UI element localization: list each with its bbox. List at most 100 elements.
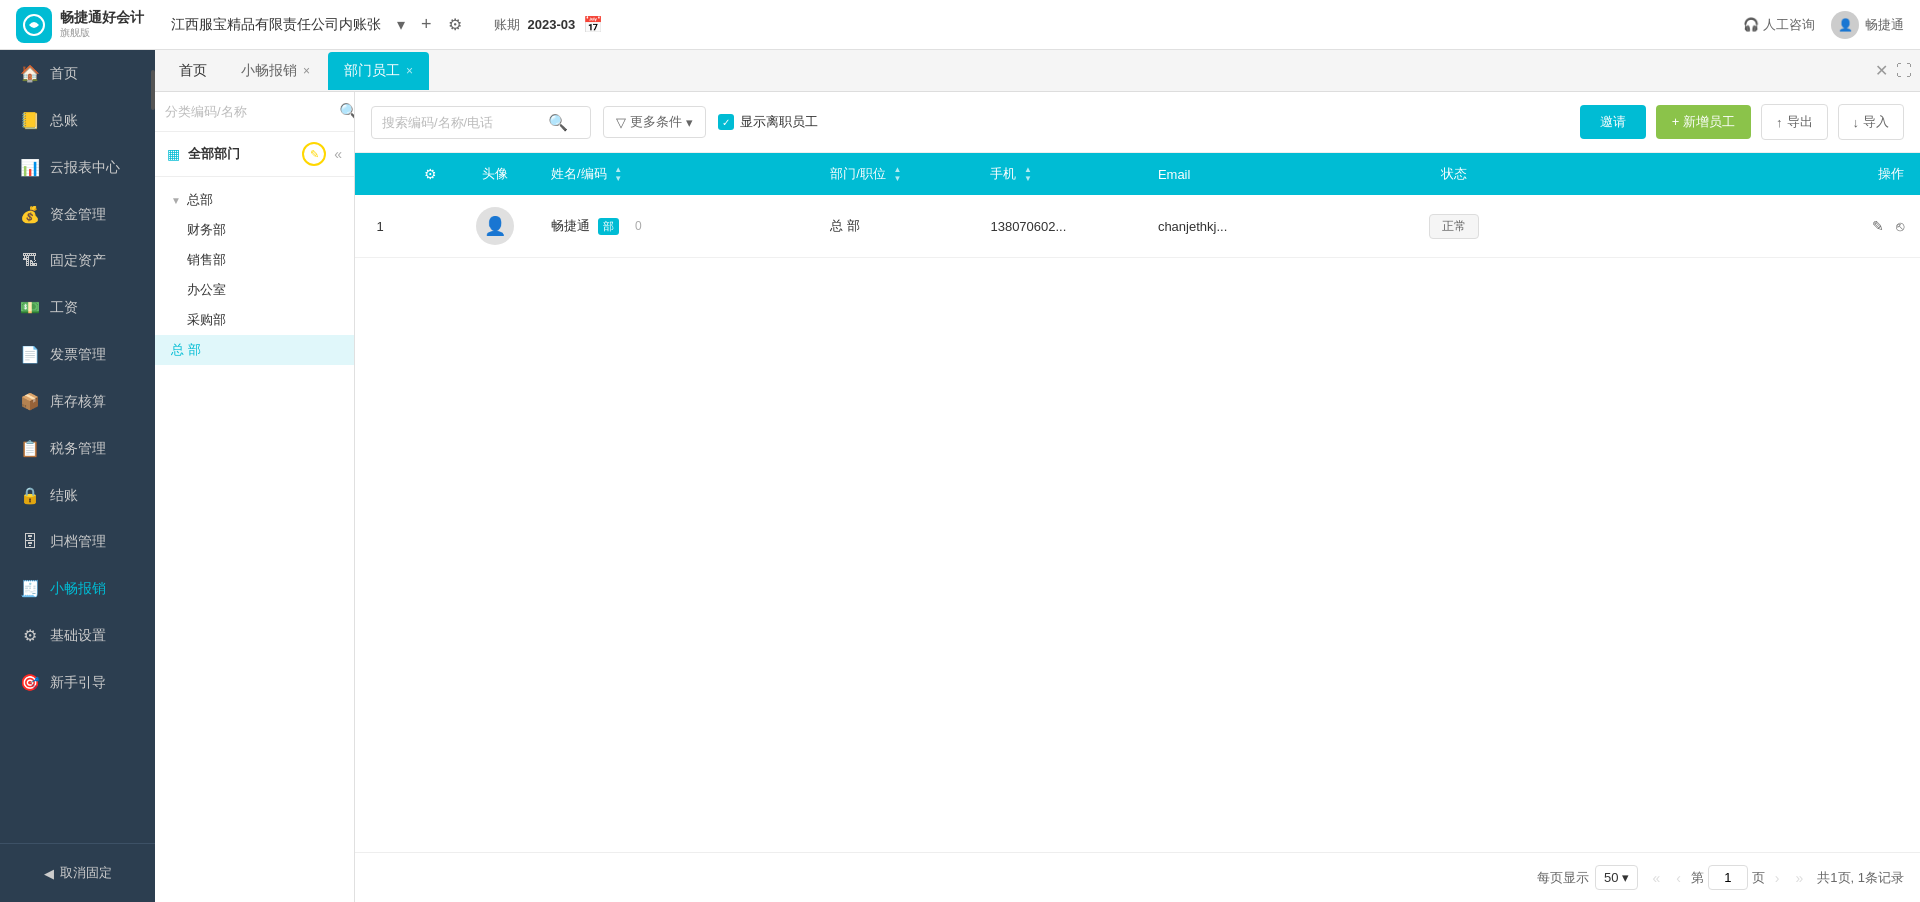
support-btn[interactable]: 🎧 人工咨询 — [1743, 16, 1815, 34]
tab-dept-emp-close[interactable]: × — [406, 64, 413, 78]
page-nav: « ‹ 第 页 › » — [1646, 865, 1809, 890]
per-page-selector[interactable]: 50 ▾ — [1595, 865, 1638, 890]
page-input[interactable] — [1708, 865, 1748, 890]
tab-home-label: 首页 — [179, 62, 207, 80]
prev-page-btn[interactable]: ‹ — [1670, 868, 1687, 888]
add-employee-btn[interactable]: + 新增员工 — [1656, 105, 1751, 139]
sidebar-label-xiaochang: 小畅报销 — [50, 580, 106, 598]
edit-btn[interactable]: ✎ — [1872, 218, 1884, 234]
sidebar-item-invoice[interactable]: 📄 发票管理 — [0, 331, 155, 378]
mobile-sort-icon[interactable]: ▲▼ — [1024, 166, 1032, 183]
dept-node-sales[interactable]: 销售部 — [155, 245, 354, 275]
sidebar-item-capital[interactable]: 💰 资金管理 — [0, 191, 155, 238]
dept-label-sales: 销售部 — [187, 251, 226, 269]
invite-btn[interactable]: 邀请 — [1580, 105, 1646, 139]
page-size-select: 每页显示 50 ▾ — [1537, 865, 1638, 890]
cell-settings — [405, 195, 455, 258]
first-page-btn[interactable]: « — [1646, 868, 1666, 888]
col-mobile-label: 手机 — [990, 166, 1016, 181]
dept-node-finance[interactable]: 财务部 — [155, 215, 354, 245]
window-expand-icon[interactable]: ⛶ — [1896, 62, 1912, 80]
dept-edit-btn[interactable]: ✎ — [302, 142, 326, 166]
dept-node-general[interactable]: 总 部 — [155, 335, 354, 365]
top-bar-center: 江西服宝精品有限责任公司内账张 ▾ + ⚙ 账期 2023-03 📅 — [171, 14, 1743, 35]
dept-node-office[interactable]: 办公室 — [155, 275, 354, 305]
sidebar-item-xiaochang[interactable]: 🧾 小畅报销 — [0, 565, 155, 612]
col-dept[interactable]: 部门/职位 ▲▼ — [814, 153, 974, 195]
logo-icon — [16, 7, 52, 43]
next-page-btn[interactable]: › — [1769, 868, 1786, 888]
logo-text: 畅捷通好会计 旗舰版 — [60, 9, 144, 40]
col-action-label: 操作 — [1878, 166, 1904, 181]
cancel-pin-btn[interactable]: ◀ 取消固定 — [0, 854, 155, 892]
calendar-icon[interactable]: 📅 — [583, 15, 603, 34]
col-action: 操作 — [1610, 153, 1920, 195]
col-name[interactable]: 姓名/编码 ▲▼ — [535, 153, 814, 195]
employee-search-input[interactable] — [382, 115, 542, 130]
dept-node-purchase[interactable]: 采购部 — [155, 305, 354, 335]
dept-panel: 🔍 ▦ 全部部门 ✎ « ▼ 总部 财务部 — [155, 92, 355, 902]
tab-xiaochang-close[interactable]: × — [303, 64, 310, 78]
col-status: 状态 — [1299, 153, 1609, 195]
headset-icon: 🎧 — [1743, 17, 1759, 32]
last-page-btn[interactable]: » — [1790, 868, 1810, 888]
guide-icon: 🎯 — [20, 673, 40, 692]
invoice-icon: 📄 — [20, 345, 40, 364]
sidebar-item-inventory[interactable]: 📦 库存核算 — [0, 378, 155, 425]
employee-search-icon[interactable]: 🔍 — [548, 113, 568, 132]
sidebar-item-settings[interactable]: ⚙ 基础设置 — [0, 612, 155, 659]
settings-icon[interactable]: ⚙ — [448, 15, 462, 34]
filter-btn[interactable]: ▽ 更多条件 ▾ — [603, 106, 706, 138]
show-resigned-label: 显示离职员工 — [740, 113, 818, 131]
window-close-icon[interactable]: ✕ — [1875, 61, 1888, 80]
sidebar-item-assets[interactable]: 🏗 固定资产 — [0, 238, 155, 284]
tab-xiaochang[interactable]: 小畅报销 × — [225, 52, 326, 90]
dept-node-root[interactable]: ▼ 总部 — [155, 185, 354, 215]
dept-search-area: 🔍 — [155, 92, 354, 132]
cell-email: chanjethkj... — [1142, 195, 1299, 258]
cell-action: ✎ ⎋ — [1610, 195, 1920, 258]
inventory-icon: 📦 — [20, 392, 40, 411]
tab-dept-emp[interactable]: 部门员工 × — [328, 52, 429, 90]
company-name: 江西服宝精品有限责任公司内账张 — [171, 16, 381, 34]
name-sort-icon[interactable]: ▲▼ — [614, 166, 622, 183]
capital-icon: 💰 — [20, 205, 40, 224]
total-info: 共1页, 1条记录 — [1817, 869, 1904, 887]
logo-area: 畅捷通好会计 旗舰版 — [16, 7, 171, 43]
employee-name: 畅捷通 — [551, 217, 590, 235]
import-icon: ↓ — [1853, 115, 1860, 130]
col-email-label: Email — [1158, 167, 1191, 182]
scroll-thumb[interactable] — [151, 70, 155, 110]
sidebar-item-salary[interactable]: 💵 工资 — [0, 284, 155, 331]
cancel-pin-label: 取消固定 — [60, 864, 112, 882]
show-resigned-toggle[interactable]: ✓ 显示离职员工 — [718, 113, 818, 131]
add-icon[interactable]: + — [421, 14, 432, 35]
tab-home[interactable]: 首页 — [163, 52, 223, 90]
archive-icon: 🗄 — [20, 533, 40, 551]
dept-tree-header: ▦ 全部部门 ✎ « — [155, 132, 354, 177]
sidebar-item-close[interactable]: 🔒 结账 — [0, 472, 155, 519]
export-btn[interactable]: ↑ 导出 — [1761, 104, 1828, 140]
col-mobile[interactable]: 手机 ▲▼ — [974, 153, 1141, 195]
ledger-icon: 📒 — [20, 111, 40, 130]
sidebar-item-tax[interactable]: 📋 税务管理 — [0, 425, 155, 472]
logout-btn[interactable]: ⎋ — [1896, 218, 1904, 234]
dropdown-arrow-icon[interactable]: ▾ — [397, 15, 405, 34]
sidebar-item-reports[interactable]: 📊 云报表中心 — [0, 144, 155, 191]
sidebar-item-home[interactable]: 🏠 首页 — [0, 50, 155, 97]
col-settings[interactable]: ⚙ — [405, 153, 455, 195]
dept-sort-icon[interactable]: ▲▼ — [894, 166, 902, 183]
filter-arrow-icon: ▾ — [686, 115, 693, 130]
sidebar-item-archive[interactable]: 🗄 归档管理 — [0, 519, 155, 565]
import-btn[interactable]: ↓ 导入 — [1838, 104, 1905, 140]
dept-search-icon[interactable]: 🔍 — [339, 102, 355, 121]
col-avatar-label: 头像 — [482, 166, 508, 181]
dept-collapse-btn[interactable]: « — [334, 146, 342, 162]
employee-code: 0 — [635, 219, 642, 233]
user-area[interactable]: 👤 畅捷通 — [1831, 11, 1904, 39]
sidebar-item-guide[interactable]: 🎯 新手引导 — [0, 659, 155, 706]
dept-search-input[interactable] — [165, 104, 333, 119]
sidebar-item-ledger[interactable]: 📒 总账 — [0, 97, 155, 144]
show-resigned-checkbox[interactable]: ✓ — [718, 114, 734, 130]
col-dept-label: 部门/职位 — [830, 166, 886, 181]
